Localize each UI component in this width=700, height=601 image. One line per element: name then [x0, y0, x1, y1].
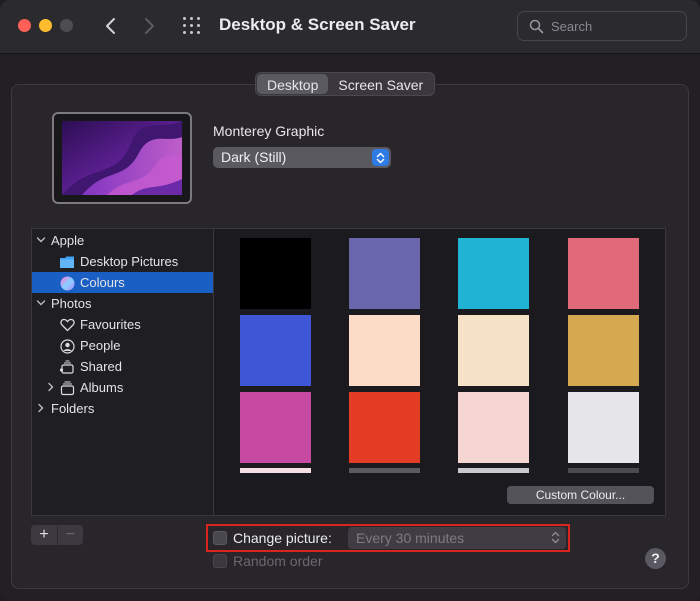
change-interval-value: Every 30 minutes — [356, 530, 465, 546]
sidebar-item-label: Apple — [51, 233, 85, 248]
sidebar-item-label: Photos — [51, 296, 92, 311]
colour-swatch[interactable] — [349, 238, 420, 309]
sidebar-item-favourites[interactable]: Favourites — [32, 314, 213, 335]
search-placeholder: Search — [551, 19, 593, 34]
sidebar-item-label: Desktop Pictures — [80, 254, 179, 269]
colour-swatch[interactable] — [458, 392, 529, 463]
tab-segmented-control: Desktop Screen Saver — [255, 72, 436, 96]
sidebar-item-folders[interactable]: Folders — [32, 398, 213, 419]
source-list: Apple Desktop Pictures Colours Photos Fa… — [31, 228, 214, 516]
colour-swatch[interactable] — [458, 468, 529, 473]
colour-swatch[interactable] — [240, 238, 311, 309]
search-icon — [529, 19, 544, 39]
sidebar-item-albums[interactable]: Albums — [32, 377, 213, 398]
minimize-window-button[interactable] — [39, 19, 52, 32]
chevron-right-icon[interactable] — [36, 403, 46, 413]
wallpaper-name: Monterey Graphic — [213, 123, 325, 139]
colour-swatch[interactable] — [349, 468, 420, 473]
title-bar: Desktop & Screen Saver Search — [0, 0, 700, 54]
colour-swatch[interactable] — [458, 238, 529, 309]
help-button[interactable]: ? — [645, 548, 666, 569]
change-interval-dropdown[interactable]: Every 30 minutes — [348, 527, 566, 549]
albums-icon — [59, 380, 75, 396]
colour-swatch[interactable] — [349, 315, 420, 386]
sidebar-item-label: Favourites — [80, 317, 141, 332]
sidebar-item-label: Shared — [80, 359, 122, 374]
colour-swatch-grid — [213, 228, 666, 516]
add-remove-control: + − — [31, 525, 83, 545]
custom-colour-button[interactable]: Custom Colour... — [507, 486, 654, 504]
tab-desktop[interactable]: Desktop — [257, 74, 329, 94]
chevron-down-icon[interactable] — [36, 298, 46, 308]
sidebar-item-label: People — [80, 338, 121, 353]
back-button[interactable] — [98, 13, 122, 39]
forward-button[interactable] — [138, 13, 162, 39]
sidebar-item-shared[interactable]: Shared — [32, 356, 213, 377]
colour-swatch[interactable] — [349, 392, 420, 463]
colour-swatch[interactable] — [568, 238, 639, 309]
sidebar-item-label: Albums — [80, 380, 124, 395]
chevron-right-icon — [145, 18, 154, 34]
search-field[interactable]: Search — [517, 11, 687, 41]
sidebar-item-label: Colours — [80, 275, 125, 290]
colour-swatch[interactable] — [240, 468, 311, 473]
chevron-left-icon — [106, 18, 115, 34]
colour-swatch[interactable] — [240, 392, 311, 463]
appearance-dropdown-value: Dark (Still) — [221, 149, 287, 165]
sidebar-item-photos[interactable]: Photos — [32, 293, 213, 314]
color-wheel-icon — [59, 275, 75, 291]
zoom-window-button[interactable] — [60, 19, 73, 32]
change-picture-label: Change picture: — [233, 530, 332, 546]
appearance-dropdown[interactable]: Dark (Still) — [213, 147, 391, 168]
sidebar-item-apple[interactable]: Apple — [32, 230, 213, 251]
person-icon — [59, 338, 75, 354]
window-title: Desktop & Screen Saver — [219, 15, 416, 34]
heart-icon — [59, 317, 75, 333]
tab-screen-saver[interactable]: Screen Saver — [328, 74, 433, 94]
colour-swatch[interactable] — [240, 315, 311, 386]
sidebar-item-colours[interactable]: Colours — [32, 272, 213, 293]
random-order-checkbox[interactable] — [213, 554, 227, 568]
wallpaper-thumbnail-image — [62, 121, 182, 195]
colour-swatch[interactable] — [568, 392, 639, 463]
chevron-right-icon[interactable] — [46, 382, 56, 392]
close-window-button[interactable] — [18, 19, 31, 32]
sidebar-item-desktop-pictures[interactable]: Desktop Pictures — [32, 251, 213, 272]
wallpaper-preview — [52, 112, 192, 204]
add-folder-button[interactable]: + — [31, 525, 57, 545]
updown-chevron-icon — [551, 531, 560, 549]
colour-swatch[interactable] — [568, 315, 639, 386]
colour-swatch[interactable] — [568, 468, 639, 473]
show-all-grid-icon[interactable] — [182, 16, 204, 38]
colour-swatch[interactable] — [458, 315, 529, 386]
sidebar-item-label: Folders — [51, 401, 95, 416]
preferences-window: Desktop & Screen Saver Search Desktop Sc… — [0, 0, 700, 601]
shared-album-icon — [59, 359, 75, 375]
remove-folder-button[interactable]: − — [57, 525, 83, 545]
folder-icon — [59, 254, 75, 270]
sidebar-item-people[interactable]: People — [32, 335, 213, 356]
updown-chevron-icon — [372, 149, 389, 166]
chevron-down-icon[interactable] — [36, 235, 46, 245]
change-picture-checkbox[interactable] — [213, 531, 227, 545]
random-order-label: Random order — [233, 553, 323, 569]
